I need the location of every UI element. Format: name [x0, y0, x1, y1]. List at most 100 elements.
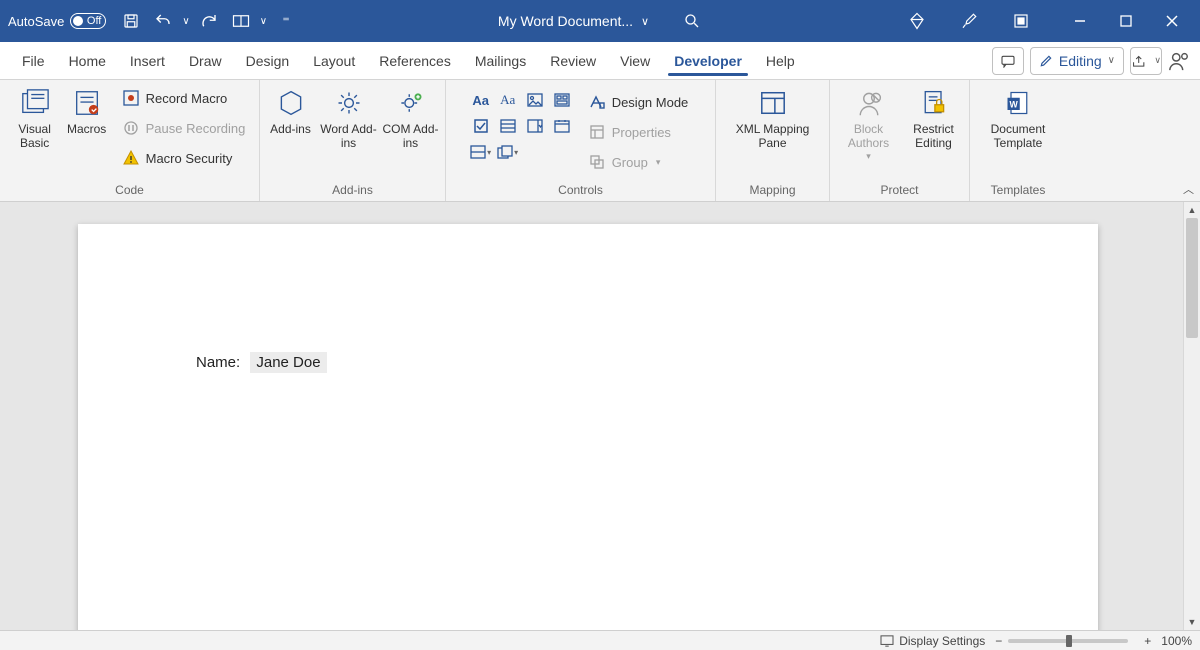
autosave-label: AutoSave — [8, 14, 64, 29]
autosave-control[interactable]: AutoSave Off — [8, 13, 106, 29]
rich-text-control-icon[interactable]: Aa — [469, 88, 493, 112]
tab-design[interactable]: Design — [236, 47, 300, 75]
search-icon[interactable] — [679, 8, 705, 34]
hexagon-icon — [277, 86, 305, 120]
qat-chevron-icon[interactable]: ∨ — [260, 16, 267, 27]
group-addins: Add-ins Word Add-ins COM Add-ins Add-ins — [260, 80, 446, 201]
document-area: Name: Jane Doe ▲ ▼ — [0, 202, 1200, 630]
group-templates: W Document Template Templates — [970, 80, 1066, 201]
tab-developer[interactable]: Developer — [664, 47, 752, 75]
com-addins-button[interactable]: COM Add-ins — [381, 84, 441, 176]
group-button: Group ▾ — [584, 148, 693, 176]
group-icon — [588, 155, 606, 169]
combobox-control-icon[interactable] — [496, 114, 520, 138]
tab-draw[interactable]: Draw — [179, 47, 232, 75]
share-button[interactable]: ∨ — [1130, 47, 1162, 75]
zoom-slider-handle[interactable] — [1066, 635, 1072, 647]
scroll-down-icon[interactable]: ▼ — [1184, 614, 1200, 630]
record-macro-button[interactable]: Record Macro — [118, 84, 250, 112]
close-button[interactable] — [1152, 8, 1192, 34]
redo-icon[interactable] — [196, 8, 222, 34]
undo-icon[interactable] — [150, 8, 176, 34]
svg-text:W: W — [1009, 99, 1018, 109]
app-switch-icon[interactable] — [1008, 8, 1034, 34]
tab-insert[interactable]: Insert — [120, 47, 175, 75]
group-label: Protect — [880, 183, 918, 199]
xml-mapping-icon — [758, 86, 788, 120]
undo-chevron-icon[interactable]: ∨ — [182, 16, 189, 27]
design-mode-button[interactable]: Design Mode — [584, 88, 693, 116]
addins-button[interactable]: Add-ins — [265, 84, 317, 176]
tab-references[interactable]: References — [369, 47, 461, 75]
zoom-in-button[interactable]: + — [1144, 634, 1151, 648]
xml-mapping-button[interactable]: XML Mapping Pane — [723, 84, 823, 176]
chevron-down-icon: ∨ — [641, 15, 649, 28]
scroll-thumb[interactable] — [1186, 218, 1198, 338]
zoom-level[interactable]: 100% — [1161, 634, 1192, 648]
group-label: Code — [115, 183, 144, 199]
document-template-button[interactable]: W Document Template — [976, 84, 1060, 176]
restrict-editing-button[interactable]: Restrict Editing — [904, 84, 964, 176]
properties-icon — [588, 125, 606, 139]
warning-icon — [122, 150, 140, 166]
dropdown-control-icon[interactable] — [523, 114, 547, 138]
gear-icon — [335, 86, 363, 120]
quick-access-icon[interactable] — [228, 8, 254, 34]
group-label: Templates — [991, 183, 1046, 199]
scroll-track[interactable] — [1184, 218, 1200, 614]
comments-button[interactable] — [992, 47, 1024, 75]
document-canvas[interactable]: Name: Jane Doe — [0, 202, 1183, 630]
repeating-section-control-icon[interactable]: ▾ — [469, 140, 493, 164]
tab-mailings[interactable]: Mailings — [465, 47, 536, 75]
tab-file[interactable]: File — [12, 47, 55, 75]
checkbox-control-icon[interactable] — [469, 114, 493, 138]
zoom-out-button[interactable]: − — [995, 634, 1002, 648]
block-authors-button: Block Authors▾ — [836, 84, 902, 176]
ribbon-tabs: File Home Insert Draw Design Layout Refe… — [0, 42, 1200, 80]
customize-qat-icon[interactable]: ⁼ — [273, 8, 299, 34]
word-addins-button[interactable]: Word Add-ins — [319, 84, 379, 176]
diamond-icon[interactable] — [904, 8, 930, 34]
tab-review[interactable]: Review — [540, 47, 606, 75]
title-bar: AutoSave Off ∨ ∨ ⁼ My Word Document... ∨ — [0, 0, 1200, 42]
tab-view[interactable]: View — [610, 47, 660, 75]
macro-security-button[interactable]: Macro Security — [118, 144, 250, 172]
group-mapping: XML Mapping Pane Mapping — [716, 80, 830, 201]
collapse-ribbon-icon[interactable]: ︿ — [1183, 181, 1194, 197]
scroll-up-icon[interactable]: ▲ — [1184, 202, 1200, 218]
visual-basic-button[interactable]: Visual Basic — [10, 84, 60, 176]
autosave-state: Off — [87, 14, 101, 29]
save-icon[interactable] — [118, 8, 144, 34]
tab-home[interactable]: Home — [59, 47, 116, 75]
word-template-icon: W — [1004, 86, 1032, 120]
tab-help[interactable]: Help — [756, 47, 805, 75]
account-icon[interactable] — [1168, 50, 1190, 72]
field-label: Name: — [196, 354, 240, 371]
pause-icon — [122, 120, 140, 136]
minimize-button[interactable] — [1060, 8, 1100, 34]
maximize-button[interactable] — [1106, 8, 1146, 34]
building-block-control-icon[interactable] — [550, 88, 574, 112]
group-label: Add-ins — [332, 183, 373, 199]
brush-icon[interactable] — [956, 8, 982, 34]
vertical-scrollbar[interactable]: ▲ ▼ — [1183, 202, 1200, 630]
visual-basic-icon — [20, 86, 50, 120]
autosave-toggle[interactable]: Off — [70, 13, 106, 29]
document-title[interactable]: My Word Document... ∨ — [498, 13, 649, 29]
text-content-control[interactable]: Jane Doe — [250, 352, 326, 373]
pause-recording-button: Pause Recording — [118, 114, 250, 142]
group-controls: Aa Aa ▾ ▾ Desig — [446, 80, 716, 201]
editing-mode-button[interactable]: Editing ∨ — [1030, 47, 1124, 75]
legacy-tools-icon[interactable]: ▾ — [496, 140, 520, 164]
zoom-slider[interactable] — [1008, 639, 1128, 643]
design-mode-icon — [588, 95, 606, 109]
macros-button[interactable]: Macros — [62, 84, 112, 176]
macros-icon — [72, 86, 102, 120]
tab-layout[interactable]: Layout — [303, 47, 365, 75]
display-settings-button[interactable]: Display Settings — [880, 634, 985, 648]
gear-plus-icon — [397, 86, 425, 120]
page[interactable]: Name: Jane Doe — [78, 224, 1098, 630]
date-picker-control-icon[interactable] — [550, 114, 574, 138]
picture-control-icon[interactable] — [523, 88, 547, 112]
plain-text-control-icon[interactable]: Aa — [496, 88, 520, 112]
